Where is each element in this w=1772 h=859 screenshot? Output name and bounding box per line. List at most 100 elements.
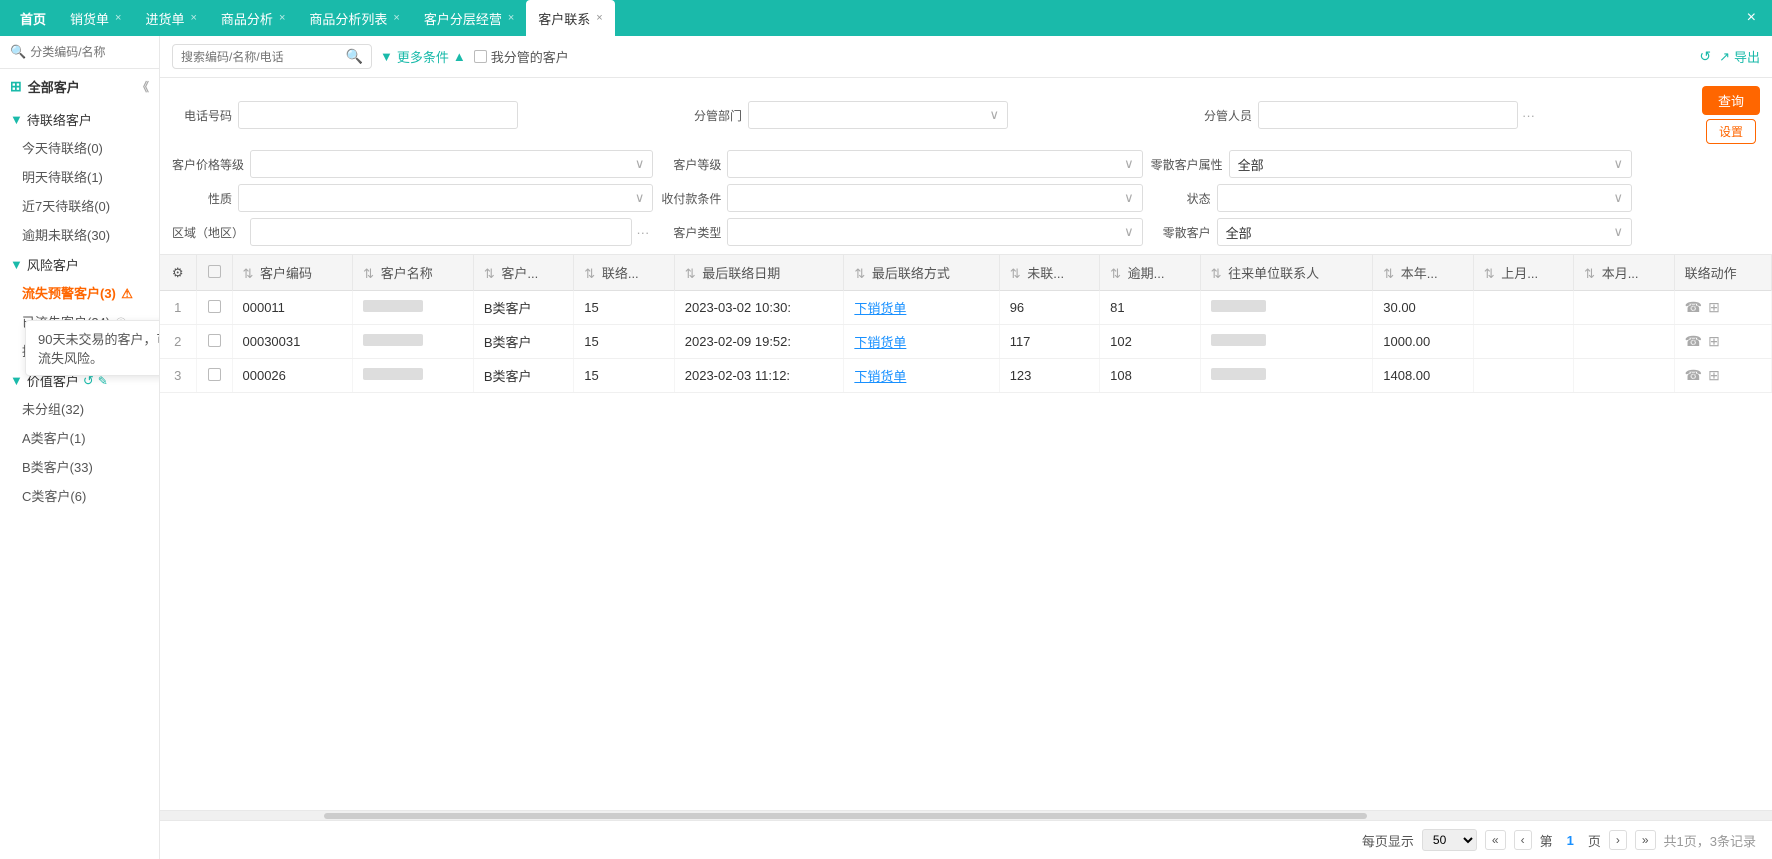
last-method-link[interactable]: 下销货单 (854, 369, 906, 384)
col-this-month-sort-icon[interactable]: ⇅ (1584, 266, 1595, 281)
filter-phone-input[interactable] (238, 101, 518, 129)
cell-checkbox[interactable] (196, 291, 232, 325)
filter-person-select[interactable] (1258, 101, 1518, 129)
nav-tab-customer-contact-close[interactable]: × (596, 12, 602, 24)
sidebar-item-overdue-pending[interactable]: 逾期未联络(30) (0, 220, 159, 249)
sidebar-item-class-a[interactable]: A类客户(1) (0, 423, 159, 452)
first-page-button[interactable]: « (1485, 830, 1506, 850)
nav-tab-customer-tier[interactable]: 客户分层经营 × (412, 0, 526, 36)
my-customers-checkbox[interactable] (474, 50, 487, 63)
nav-tab-customer-contact[interactable]: 客户联系 × (526, 0, 614, 36)
grid-action-icon[interactable]: ⊞ (1708, 333, 1720, 350)
col-name-sort-icon[interactable]: ⇅ (363, 266, 374, 281)
settings-button[interactable]: 设置 (1706, 119, 1756, 144)
window-close-button[interactable]: × (1739, 9, 1764, 27)
filter-dept-select[interactable]: ∨ (748, 101, 1008, 129)
nav-tab-product-analysis[interactable]: 商品分析 × (209, 0, 297, 36)
col-contact-sort-icon[interactable]: ⇅ (584, 266, 595, 281)
nav-tab-purchase[interactable]: 进货单 × (133, 0, 208, 36)
col-settings[interactable]: ⚙ (160, 255, 196, 291)
col-checkbox[interactable] (196, 255, 232, 291)
row-checkbox[interactable] (208, 334, 221, 347)
cell-checkbox[interactable] (196, 359, 232, 393)
nav-tab-customer-tier-close[interactable]: × (508, 12, 514, 24)
prev-page-button[interactable]: ‹ (1514, 830, 1532, 850)
nav-tab-sales-close[interactable]: × (115, 12, 121, 24)
query-button[interactable]: 查询 (1702, 86, 1760, 115)
grid-action-icon[interactable]: ⊞ (1708, 299, 1720, 316)
nav-tab-home[interactable]: 首页 (8, 0, 58, 36)
last-method-link[interactable]: 下销货单 (854, 335, 906, 350)
cell-uncontacted: 117 (999, 325, 1099, 359)
nav-tab-purchase-close[interactable]: × (190, 12, 196, 24)
search-input[interactable] (181, 50, 346, 64)
filter-person-dots[interactable]: ··· (1518, 108, 1539, 123)
filter-region-select[interactable] (250, 218, 632, 246)
cell-last-method[interactable]: 下销货单 (844, 291, 999, 325)
filter-price-level-select[interactable]: ∨ (250, 150, 653, 178)
filter-customer-type: 客户类型 ∨ (661, 218, 1142, 246)
col-last-method-sort-icon[interactable]: ⇅ (854, 266, 865, 281)
nav-tab-product-analysis-list[interactable]: 商品分析列表 × (297, 0, 411, 36)
phone-action-icon[interactable]: ☎ (1685, 333, 1702, 350)
sidebar-search-input[interactable] (30, 45, 149, 59)
filter-retail-attr-select[interactable]: 全部 ∨ (1229, 150, 1632, 178)
filter-icon: ▼ (380, 49, 393, 64)
sidebar-all-customers[interactable]: ⊞ 全部客户 《 (0, 69, 159, 104)
last-page-button[interactable]: » (1635, 830, 1656, 850)
horizontal-scrollbar[interactable] (160, 810, 1772, 820)
col-uncontacted-sort-icon[interactable]: ⇅ (1010, 266, 1021, 281)
col-this-year-sort-icon[interactable]: ⇅ (1383, 266, 1394, 281)
nav-tab-product-analysis-close[interactable]: × (279, 12, 285, 24)
header-checkbox[interactable] (208, 265, 221, 278)
sidebar-item-ungrouped[interactable]: 未分组(32) (0, 394, 159, 423)
sidebar-item-today-pending[interactable]: 今天待联络(0) (0, 133, 159, 162)
cell-contact-count: 15 (574, 291, 674, 325)
grid-action-icon[interactable]: ⊞ (1708, 367, 1720, 384)
row-checkbox[interactable] (208, 368, 221, 381)
more-conditions-arrow: ▲ (453, 49, 466, 64)
col-unit-contact-sort-icon[interactable]: ⇅ (1211, 266, 1222, 281)
phone-action-icon[interactable]: ☎ (1685, 367, 1702, 384)
col-last-month-sort-icon[interactable]: ⇅ (1484, 266, 1495, 281)
sidebar-item-class-c[interactable]: C类客户(6) (0, 481, 159, 510)
nav-tab-purchase-label: 进货单 (145, 9, 184, 28)
my-customers-toggle[interactable]: 我分管的客户 (474, 47, 569, 66)
sidebar-group-risk[interactable]: ▼ 风险客户 (0, 249, 159, 278)
action-icons-group: ☎ ⊞ (1685, 333, 1761, 350)
last-method-link[interactable]: 下销货单 (854, 301, 906, 316)
refresh-button[interactable]: ↺ (1699, 48, 1711, 65)
col-type-sort-icon[interactable]: ⇅ (484, 266, 495, 281)
cell-overdue: 102 (1100, 325, 1200, 359)
phone-action-icon[interactable]: ☎ (1685, 299, 1702, 316)
per-page-select[interactable]: 50 100 200 (1422, 829, 1477, 851)
filter-region-dots[interactable]: ··· (632, 225, 653, 240)
sidebar-item-class-b[interactable]: B类客户(33) (0, 452, 159, 481)
sidebar-collapse-button[interactable]: 《 (137, 78, 149, 95)
search-button[interactable]: 🔍 (346, 48, 363, 65)
cell-last-method[interactable]: 下销货单 (844, 359, 999, 393)
sidebar-item-7days-pending[interactable]: 近7天待联络(0) (0, 191, 159, 220)
cell-last-method[interactable]: 下销货单 (844, 325, 999, 359)
filter-status-select[interactable]: ∨ (1217, 184, 1632, 212)
col-overdue-sort-icon[interactable]: ⇅ (1110, 266, 1121, 281)
h-scroll-thumb[interactable] (324, 813, 1367, 819)
cell-checkbox[interactable] (196, 325, 232, 359)
nav-tab-sales[interactable]: 销货单 × (58, 0, 133, 36)
filter-payment-select[interactable]: ∨ (727, 184, 1142, 212)
sidebar-item-churn-warning[interactable]: 流失预警客户(3) ⚠ (0, 278, 159, 307)
nav-tab-product-analysis-list-close[interactable]: × (393, 12, 399, 24)
sidebar-item-tomorrow-pending[interactable]: 明天待联络(1) (0, 162, 159, 191)
more-conditions-button[interactable]: ▼ 更多条件 ▲ (380, 47, 466, 66)
filter-customer-level-select[interactable]: ∨ (727, 150, 1142, 178)
sidebar-group-pending[interactable]: ▼ 待联络客户 (0, 104, 159, 133)
export-button[interactable]: ↗ 导出 (1719, 47, 1760, 66)
next-page-button[interactable]: › (1609, 830, 1627, 850)
filter-nature-select[interactable]: ∨ (238, 184, 653, 212)
col-last-date-sort-icon[interactable]: ⇅ (685, 266, 696, 281)
col-code-sort-icon[interactable]: ⇅ (243, 266, 254, 281)
filter-retail-customer-select[interactable]: 全部 ∨ (1217, 218, 1632, 246)
filter-customer-type-select[interactable]: ∨ (727, 218, 1142, 246)
settings-gear-icon[interactable]: ⚙ (172, 265, 184, 280)
row-checkbox[interactable] (208, 300, 221, 313)
